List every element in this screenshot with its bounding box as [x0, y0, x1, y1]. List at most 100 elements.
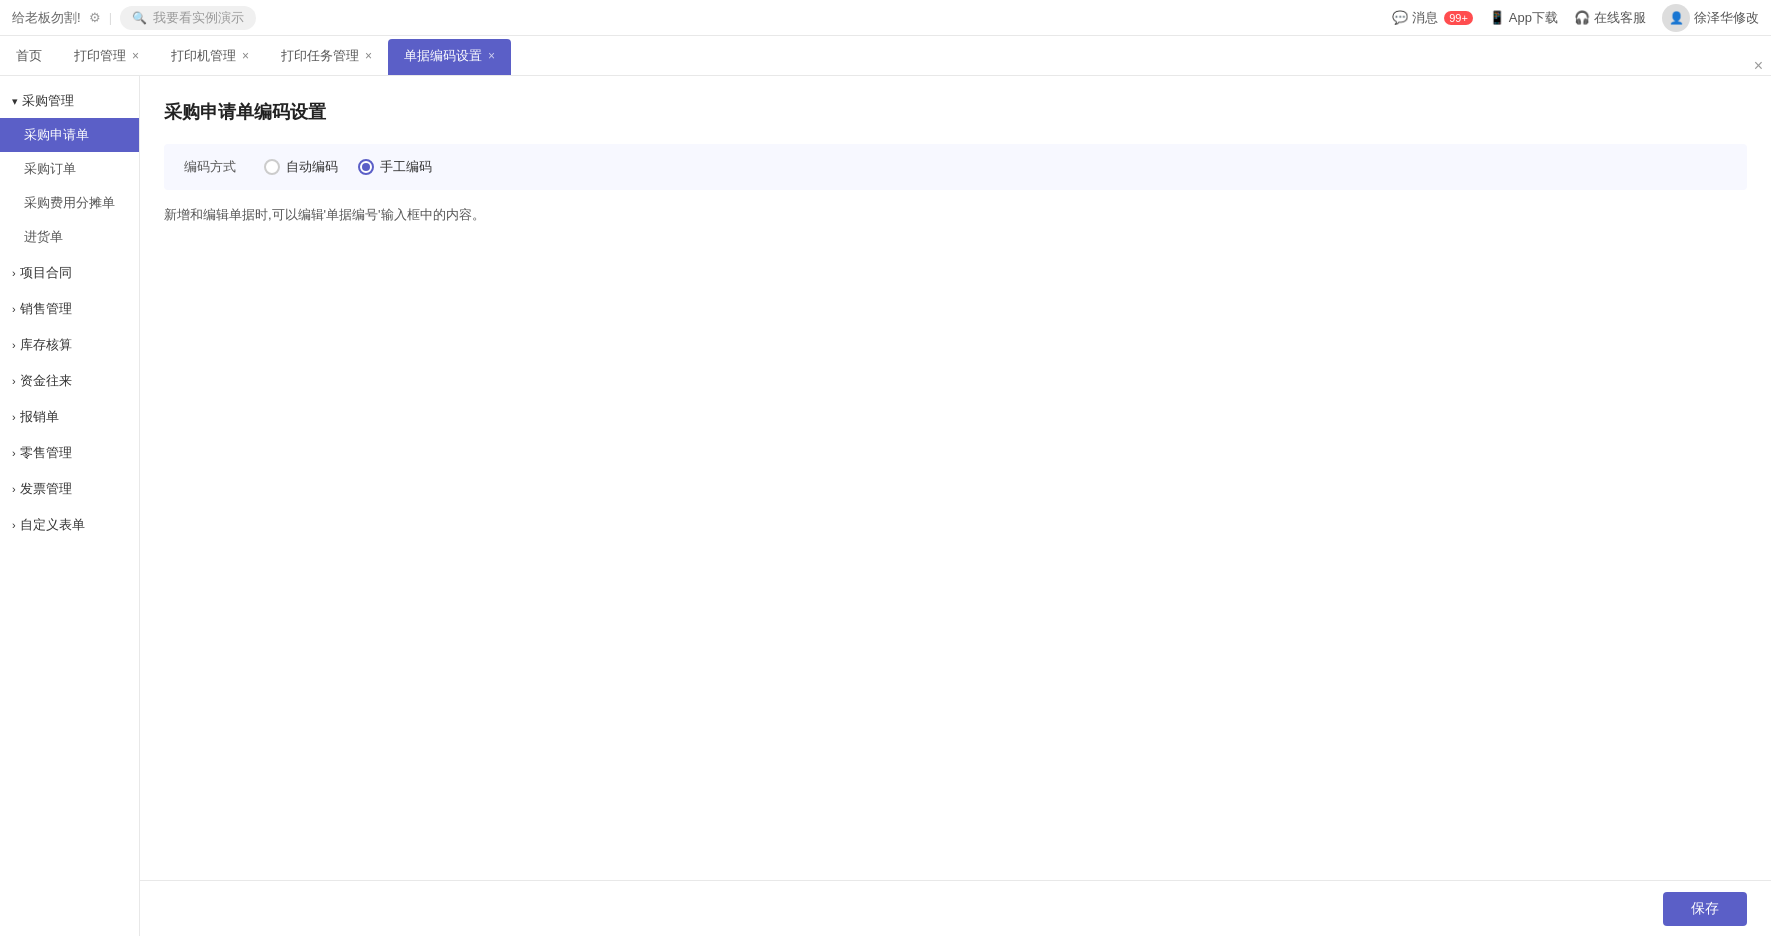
- close-all-icon[interactable]: ×: [1754, 57, 1763, 75]
- sidebar-group-sales-mgmt: › 销售管理: [0, 292, 139, 326]
- tab-printer-mgmt[interactable]: 打印机管理 ×: [155, 39, 265, 75]
- tab-single-doc-code-label: 单据编码设置: [404, 47, 482, 65]
- encoding-label: 编码方式: [184, 158, 236, 176]
- sidebar-item-purchase-expense-label: 采购费用分摊单: [24, 195, 115, 210]
- tab-home-label: 首页: [16, 47, 42, 65]
- search-bar[interactable]: 🔍 我要看实例演示: [120, 6, 256, 30]
- user-name: 徐泽华修改: [1694, 9, 1759, 27]
- top-bar-right: 💬 消息 99+ 📱 App下载 🎧 在线客服 👤 徐泽华修改: [1392, 4, 1759, 32]
- radio-auto-circle: [264, 159, 280, 175]
- top-bar: 给老板勿割! ⚙ | 🔍 我要看实例演示 💬 消息 99+ 📱 App下载 🎧 …: [0, 0, 1771, 36]
- message-item[interactable]: 💬 消息 99+: [1392, 9, 1473, 27]
- sidebar-item-purchase-order-label: 采购订单: [24, 161, 76, 176]
- sidebar-group-fund-flow: › 资金往来: [0, 364, 139, 398]
- sidebar-group-inventory-title[interactable]: › 库存核算: [0, 328, 139, 362]
- save-button[interactable]: 保存: [1663, 892, 1747, 926]
- divider: |: [109, 10, 112, 25]
- content-inner: 采购申请单编码设置 编码方式 自动编码 手工编码 新增和编: [140, 76, 1771, 880]
- tab-print-task-mgmt[interactable]: 打印任务管理 ×: [265, 39, 388, 75]
- search-text: 我要看实例演示: [153, 9, 244, 27]
- sidebar-group-purchase-mgmt: ▾ 采购管理 采购申请单 采购订单 采购费用分摊单 进货单: [0, 84, 139, 254]
- sidebar-group-inventory-label: 库存核算: [20, 336, 72, 354]
- sidebar-group-project-contract-label: 项目合同: [20, 264, 72, 282]
- content-area: 采购申请单编码设置 编码方式 自动编码 手工编码 新增和编: [140, 76, 1771, 936]
- sidebar-group-expense-claim-label: 报销单: [20, 408, 59, 426]
- sidebar: ▾ 采购管理 采购申请单 采购订单 采购费用分摊单 进货单 › 项目合同: [0, 76, 140, 936]
- chevron-right-icon8: ›: [12, 519, 16, 531]
- sidebar-item-purchase-request[interactable]: 采购申请单: [0, 118, 139, 152]
- user-profile[interactable]: 👤 徐泽华修改: [1662, 4, 1759, 32]
- message-badge: 99+: [1444, 11, 1473, 25]
- chevron-right-icon4: ›: [12, 375, 16, 387]
- page-title: 采购申请单编码设置: [164, 100, 1747, 124]
- message-icon: 💬: [1392, 10, 1408, 25]
- avatar: 👤: [1662, 4, 1690, 32]
- manual-code-label: 手工编码: [380, 158, 432, 176]
- sidebar-group-purchase-mgmt-title[interactable]: ▾ 采购管理: [0, 84, 139, 118]
- radio-auto-code[interactable]: 自动编码: [264, 158, 338, 176]
- search-icon: 🔍: [132, 11, 147, 25]
- tab-print-mgmt[interactable]: 打印管理 ×: [58, 39, 155, 75]
- chevron-right-icon: ›: [12, 267, 16, 279]
- tab-bar-right: ×: [1754, 57, 1771, 75]
- sidebar-group-invoice-mgmt-title[interactable]: › 发票管理: [0, 472, 139, 506]
- bottom-bar: 保存: [140, 880, 1771, 936]
- main-layout: ▾ 采购管理 采购申请单 采购订单 采购费用分摊单 进货单 › 项目合同: [0, 76, 1771, 936]
- sidebar-group-invoice-mgmt: › 发票管理: [0, 472, 139, 506]
- sidebar-item-purchase-order[interactable]: 采购订单: [0, 152, 139, 186]
- sidebar-item-purchase-request-label: 采购申请单: [24, 127, 89, 142]
- sidebar-group-fund-flow-label: 资金往来: [20, 372, 72, 390]
- chevron-right-icon7: ›: [12, 483, 16, 495]
- sidebar-item-goods-receipt[interactable]: 进货单: [0, 220, 139, 254]
- online-service-icon: 🎧: [1574, 10, 1590, 25]
- radio-group: 自动编码 手工编码: [264, 158, 432, 176]
- tab-home[interactable]: 首页: [0, 39, 58, 75]
- sidebar-group-retail-mgmt-label: 零售管理: [20, 444, 72, 462]
- chevron-right-icon5: ›: [12, 411, 16, 423]
- sidebar-group-sales-mgmt-title[interactable]: › 销售管理: [0, 292, 139, 326]
- top-bar-left: 给老板勿割! ⚙ | 🔍 我要看实例演示: [12, 6, 256, 30]
- sidebar-group-retail-mgmt-title[interactable]: › 零售管理: [0, 436, 139, 470]
- radio-manual-code[interactable]: 手工编码: [358, 158, 432, 176]
- online-service-label: 在线客服: [1594, 9, 1646, 27]
- tab-printer-mgmt-close[interactable]: ×: [242, 49, 249, 63]
- tab-print-mgmt-label: 打印管理: [74, 47, 126, 65]
- sidebar-group-fund-flow-title[interactable]: › 资金往来: [0, 364, 139, 398]
- sidebar-group-sales-mgmt-label: 销售管理: [20, 300, 72, 318]
- tab-single-doc-code[interactable]: 单据编码设置 ×: [388, 39, 511, 75]
- sidebar-group-retail-mgmt: › 零售管理: [0, 436, 139, 470]
- radio-manual-circle: [358, 159, 374, 175]
- tab-print-task-mgmt-label: 打印任务管理: [281, 47, 359, 65]
- sidebar-group-invoice-mgmt-label: 发票管理: [20, 480, 72, 498]
- chevron-right-icon3: ›: [12, 339, 16, 351]
- brand-label: 给老板勿割!: [12, 9, 81, 27]
- tab-single-doc-code-close[interactable]: ×: [488, 49, 495, 63]
- encoding-section: 编码方式 自动编码 手工编码: [164, 144, 1747, 190]
- chevron-right-icon2: ›: [12, 303, 16, 315]
- tab-print-task-mgmt-close[interactable]: ×: [365, 49, 372, 63]
- chevron-right-icon6: ›: [12, 447, 16, 459]
- sidebar-group-project-contract-title[interactable]: › 项目合同: [0, 256, 139, 290]
- sidebar-group-expense-claim: › 报销单: [0, 400, 139, 434]
- tab-bar: 首页 打印管理 × 打印机管理 × 打印任务管理 × 单据编码设置 × ×: [0, 36, 1771, 76]
- chevron-down-icon: ▾: [12, 95, 18, 108]
- app-download-item[interactable]: 📱 App下载: [1489, 9, 1558, 27]
- sidebar-group-custom-forms-title[interactable]: › 自定义表单: [0, 508, 139, 542]
- sidebar-item-purchase-expense[interactable]: 采购费用分摊单: [0, 186, 139, 220]
- sidebar-group-inventory: › 库存核算: [0, 328, 139, 362]
- app-download-label: App下载: [1509, 9, 1558, 27]
- settings-icon[interactable]: ⚙: [89, 10, 101, 25]
- sidebar-item-goods-receipt-label: 进货单: [24, 229, 63, 244]
- sidebar-group-custom-forms: › 自定义表单: [0, 508, 139, 542]
- sidebar-group-purchase-mgmt-label: 采购管理: [22, 92, 74, 110]
- sidebar-group-custom-forms-label: 自定义表单: [20, 516, 85, 534]
- tab-print-mgmt-close[interactable]: ×: [132, 49, 139, 63]
- online-service-item[interactable]: 🎧 在线客服: [1574, 9, 1646, 27]
- auto-code-label: 自动编码: [286, 158, 338, 176]
- tab-printer-mgmt-label: 打印机管理: [171, 47, 236, 65]
- message-label: 消息: [1412, 9, 1438, 27]
- hint-text: 新增和编辑单据时,可以编辑'单据编号'输入框中的内容。: [164, 206, 1747, 224]
- sidebar-group-expense-claim-title[interactable]: › 报销单: [0, 400, 139, 434]
- sidebar-group-project-contract: › 项目合同: [0, 256, 139, 290]
- app-download-icon: 📱: [1489, 10, 1505, 25]
